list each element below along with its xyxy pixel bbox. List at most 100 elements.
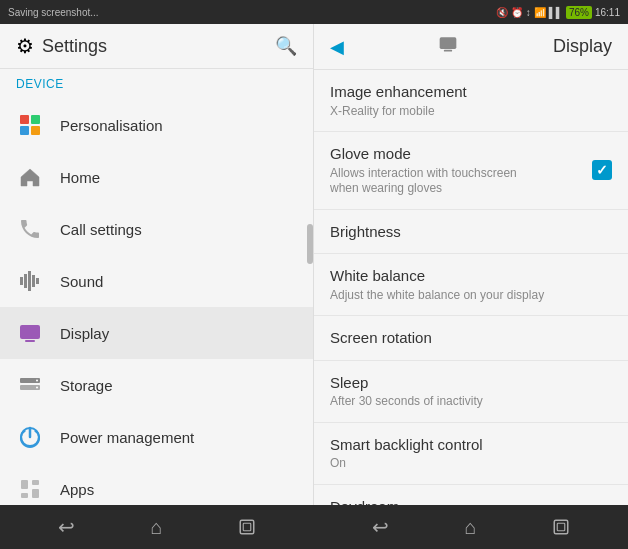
svg-rect-2 [20,126,29,135]
display-item-sleep[interactable]: Sleep After 30 seconds of inactivity [314,361,628,423]
search-button[interactable]: 🔍 [275,35,297,57]
right-home-button[interactable]: ⌂ [464,516,476,539]
signal-icon: ▌▌ [549,7,563,18]
settings-item-personalisation[interactable]: Personalisation [0,99,313,151]
glove-mode-text: Glove mode Allows interaction with touch… [330,144,584,197]
right-status-bar: 🔇 ⏰ ↕ 📶 ▌▌ 76% 16:11 [314,0,628,24]
scroll-indicator [307,224,313,264]
power-icon [16,423,44,451]
svg-rect-16 [21,480,28,489]
white-balance-title: White balance [330,266,612,286]
left-back-button[interactable]: ↩ [58,515,75,539]
svg-rect-23 [444,50,452,52]
home-icon [16,163,44,191]
svg-rect-3 [31,126,40,135]
svg-rect-10 [25,340,35,342]
left-home-button[interactable]: ⌂ [150,516,162,539]
svg-rect-25 [243,523,251,531]
svg-rect-4 [20,277,23,285]
svg-point-13 [36,380,38,382]
sleep-title: Sleep [330,373,612,393]
display-item-screen-rotation[interactable]: Screen rotation [314,316,628,361]
left-status-bar: Saving screenshot... [0,0,314,24]
power-label: Power management [60,429,194,446]
settings-item-display[interactable]: Display [0,307,313,359]
alarm-icon: ⏰ [511,7,523,18]
personalisation-icon [16,111,44,139]
display-item-image-enhancement[interactable]: Image enhancement X-Reality for mobile [314,70,628,132]
right-nav-bar: ↩ ⌂ [314,505,628,549]
smart-backlight-subtitle: On [330,456,612,472]
back-arrow-icon[interactable]: ◀ [330,36,344,58]
call-label: Call settings [60,221,142,238]
white-balance-subtitle: Adjust the white balance on your display [330,288,612,304]
sleep-text: Sleep After 30 seconds of inactivity [330,373,612,410]
time-display: 16:11 [595,7,620,18]
glove-mode-checkbox[interactable]: ✓ [592,160,612,180]
call-icon [16,215,44,243]
white-balance-text: White balance Adjust the white balance o… [330,266,612,303]
brightness-text: Brightness [330,222,612,242]
checkbox-check-icon: ✓ [596,162,608,178]
glove-mode-subtitle: Allows interaction with touchscreenwhen … [330,166,584,197]
smart-backlight-text: Smart backlight control On [330,435,612,472]
screen-rotation-title: Screen rotation [330,328,612,348]
left-nav-bar: ↩ ⌂ [0,505,314,549]
settings-item-power[interactable]: Power management [0,411,313,463]
image-enhancement-title: Image enhancement [330,82,612,102]
panels-wrapper: ⚙ Settings 🔍 DEVICE Personalisation Home… [0,24,628,505]
svg-rect-18 [21,493,28,498]
svg-rect-19 [32,489,39,498]
wifi-icon: 📶 [534,7,546,18]
svg-rect-26 [554,520,568,534]
screen-rotation-text: Screen rotation [330,328,612,348]
left-recent-button[interactable] [238,518,256,536]
device-section-label: DEVICE [0,69,313,95]
display-icon [16,319,44,347]
settings-item-sound[interactable]: Sound [0,255,313,307]
svg-rect-9 [20,325,40,339]
settings-item-storage[interactable]: Storage [0,359,313,411]
display-panel-icon [438,34,458,59]
mute-icon: 🔇 [496,7,508,18]
svg-rect-5 [24,274,27,288]
settings-item-call[interactable]: Call settings [0,203,313,255]
svg-rect-8 [36,278,39,284]
display-panel-title: Display [553,36,612,57]
svg-rect-6 [28,271,31,291]
right-back-button[interactable]: ↩ [372,515,389,539]
right-panel-header: ◀ Display [314,24,628,70]
display-item-glove-mode[interactable]: Glove mode Allows interaction with touch… [314,132,628,210]
smart-backlight-title: Smart backlight control [330,435,612,455]
right-panel: ◀ Display Image enhancement X-Reality fo… [314,24,628,505]
nav-bars: ↩ ⌂ ↩ ⌂ [0,505,628,549]
left-panel-header: ⚙ Settings 🔍 [0,24,313,69]
svg-rect-24 [240,520,254,534]
display-item-smart-backlight[interactable]: Smart backlight control On [314,423,628,485]
settings-item-home[interactable]: Home [0,151,313,203]
sync-icon: ↕ [526,7,531,18]
status-bars: Saving screenshot... 🔇 ⏰ ↕ 📶 ▌▌ 76% 16:1… [0,0,628,24]
storage-label: Storage [60,377,113,394]
display-item-white-balance[interactable]: White balance Adjust the white balance o… [314,254,628,316]
daydream-title: Daydream [330,497,612,505]
settings-item-apps[interactable]: Apps [0,463,313,505]
glove-mode-title: Glove mode [330,144,584,164]
display-item-brightness[interactable]: Brightness [314,210,628,255]
svg-rect-27 [557,523,565,531]
sound-icon [16,267,44,295]
image-enhancement-text: Image enhancement X-Reality for mobile [330,82,612,119]
screenshot-text: Saving screenshot... [8,7,99,18]
right-recent-button[interactable] [552,518,570,536]
sound-label: Sound [60,273,103,290]
home-label: Home [60,169,100,186]
display-item-daydream[interactable]: Daydream Off [314,485,628,505]
daydream-text: Daydream Off [330,497,612,505]
svg-rect-0 [20,115,29,124]
settings-icon: ⚙ [16,34,34,58]
apps-label: Apps [60,481,94,498]
storage-icon [16,371,44,399]
svg-rect-7 [32,275,35,287]
left-panel: ⚙ Settings 🔍 DEVICE Personalisation Home… [0,24,314,505]
personalisation-label: Personalisation [60,117,163,134]
